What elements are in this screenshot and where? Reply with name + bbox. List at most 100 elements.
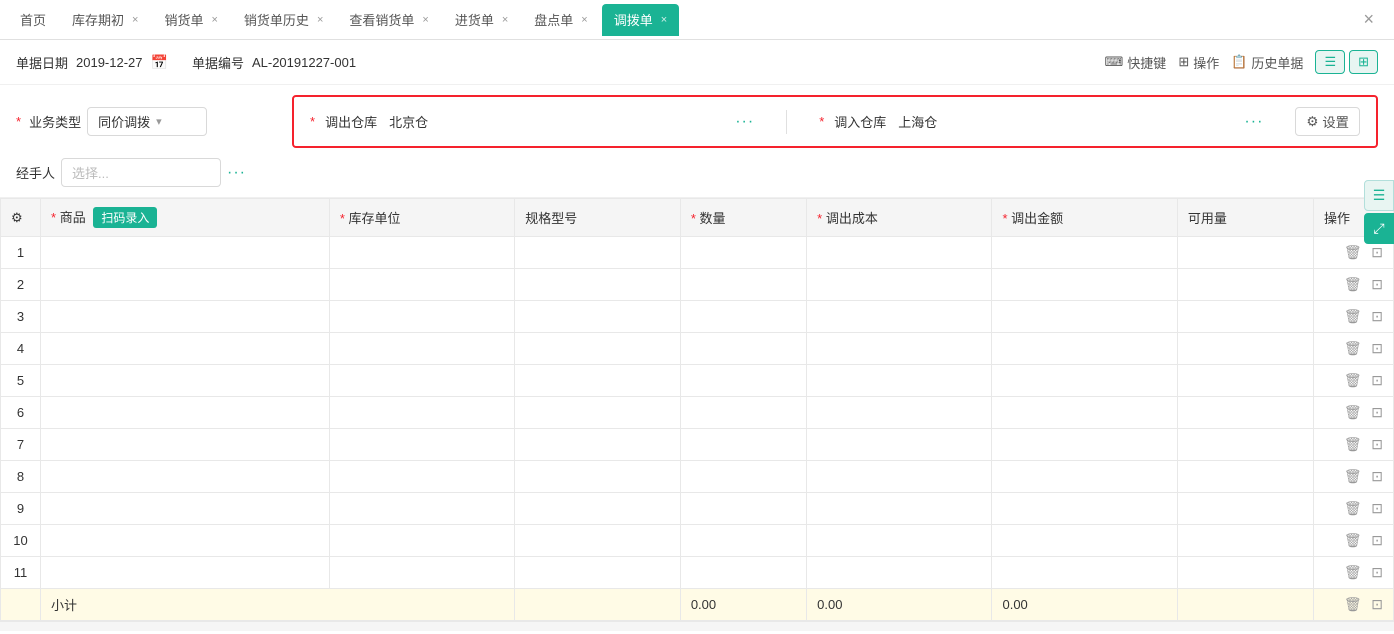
float-list-button[interactable]: ☰ xyxy=(1364,180,1394,211)
tab-inventory-check[interactable]: 盘点单 × xyxy=(522,4,599,36)
copy-icon[interactable]: ⊡ xyxy=(1371,244,1383,260)
copy-icon[interactable]: ⊡ xyxy=(1371,436,1383,452)
float-expand-button[interactable]: ⤢ xyxy=(1364,213,1394,244)
delete-icon[interactable]: 🗑 xyxy=(1344,436,1362,452)
row-available[interactable] xyxy=(1177,557,1313,589)
row-unit[interactable] xyxy=(329,525,514,557)
row-available[interactable] xyxy=(1177,301,1313,333)
delete-icon[interactable]: 🗑 xyxy=(1344,404,1362,420)
handler-more-button[interactable]: ··· xyxy=(227,164,246,182)
tab-transfer-order[interactable]: 调拨单 × xyxy=(602,4,679,36)
row-amount[interactable] xyxy=(992,269,1177,301)
row-unit[interactable] xyxy=(329,301,514,333)
transfer-out-more-button[interactable]: ··· xyxy=(735,113,754,131)
delete-icon[interactable]: 🗑 xyxy=(1344,308,1362,324)
copy-icon[interactable]: ⊡ xyxy=(1371,500,1383,516)
tab-sales-history-close[interactable]: × xyxy=(317,14,323,26)
row-qty[interactable] xyxy=(680,333,806,365)
row-unit[interactable] xyxy=(329,557,514,589)
tab-inventory-init-close[interactable]: × xyxy=(132,14,138,26)
tab-purchase-order-close[interactable]: × xyxy=(502,14,508,26)
row-available[interactable] xyxy=(1177,269,1313,301)
copy-icon[interactable]: ⊡ xyxy=(1371,372,1383,388)
copy-icon[interactable]: ⊡ xyxy=(1371,468,1383,484)
row-product[interactable] xyxy=(41,525,330,557)
row-product[interactable] xyxy=(41,237,330,269)
tab-check-sales-close[interactable]: × xyxy=(422,14,428,26)
row-available[interactable] xyxy=(1177,461,1313,493)
row-unit[interactable] xyxy=(329,365,514,397)
row-amount[interactable] xyxy=(992,493,1177,525)
table-scrollbar[interactable] xyxy=(0,621,1394,631)
row-spec[interactable] xyxy=(515,397,681,429)
row-qty[interactable] xyxy=(680,365,806,397)
row-spec[interactable] xyxy=(515,301,681,333)
history-button[interactable]: 📋 历史单据 xyxy=(1231,53,1303,72)
row-product[interactable] xyxy=(41,557,330,589)
row-cost[interactable] xyxy=(807,269,992,301)
row-spec[interactable] xyxy=(515,269,681,301)
tab-inventory-init[interactable]: 库存期初 × xyxy=(60,4,150,36)
delete-icon[interactable]: 🗑 xyxy=(1344,340,1362,356)
transfer-in-more-button[interactable]: ··· xyxy=(1244,113,1263,131)
row-spec[interactable] xyxy=(515,429,681,461)
row-amount[interactable] xyxy=(992,429,1177,461)
delete-icon[interactable]: 🗑 xyxy=(1344,564,1362,580)
row-qty[interactable] xyxy=(680,301,806,333)
row-unit[interactable] xyxy=(329,269,514,301)
calendar-icon[interactable]: 📅 xyxy=(151,54,168,71)
row-product[interactable] xyxy=(41,333,330,365)
row-available[interactable] xyxy=(1177,397,1313,429)
row-qty[interactable] xyxy=(680,525,806,557)
row-amount[interactable] xyxy=(992,237,1177,269)
row-cost[interactable] xyxy=(807,525,992,557)
row-spec[interactable] xyxy=(515,461,681,493)
tab-inventory-check-close[interactable]: × xyxy=(581,14,587,26)
row-spec[interactable] xyxy=(515,333,681,365)
row-qty[interactable] xyxy=(680,429,806,461)
row-qty[interactable] xyxy=(680,397,806,429)
row-cost[interactable] xyxy=(807,237,992,269)
row-product[interactable] xyxy=(41,397,330,429)
row-amount[interactable] xyxy=(992,301,1177,333)
row-cost[interactable] xyxy=(807,333,992,365)
row-cost[interactable] xyxy=(807,365,992,397)
row-spec[interactable] xyxy=(515,557,681,589)
col-gear[interactable]: ⚙ xyxy=(1,199,41,237)
row-product[interactable] xyxy=(41,269,330,301)
row-product[interactable] xyxy=(41,365,330,397)
row-cost[interactable] xyxy=(807,493,992,525)
copy-icon[interactable]: ⊡ xyxy=(1371,308,1383,324)
row-spec[interactable] xyxy=(515,365,681,397)
handler-dropdown[interactable]: 选择... xyxy=(61,158,221,187)
row-product[interactable] xyxy=(41,461,330,493)
row-available[interactable] xyxy=(1177,237,1313,269)
delete-icon[interactable]: 🗑 xyxy=(1344,244,1362,260)
row-unit[interactable] xyxy=(329,333,514,365)
row-qty[interactable] xyxy=(680,461,806,493)
business-type-dropdown[interactable]: 同价调拨 ▾ xyxy=(87,107,207,136)
row-unit[interactable] xyxy=(329,397,514,429)
row-available[interactable] xyxy=(1177,525,1313,557)
row-available[interactable] xyxy=(1177,333,1313,365)
tab-home[interactable]: 首页 xyxy=(8,4,58,36)
tab-sales-history[interactable]: 销货单历史 × xyxy=(232,4,335,36)
row-unit[interactable] xyxy=(329,237,514,269)
delete-icon[interactable]: 🗑 xyxy=(1344,468,1362,484)
delete-icon[interactable]: 🗑 xyxy=(1344,372,1362,388)
row-spec[interactable] xyxy=(515,237,681,269)
row-amount[interactable] xyxy=(992,333,1177,365)
row-spec[interactable] xyxy=(515,525,681,557)
row-amount[interactable] xyxy=(992,461,1177,493)
row-amount[interactable] xyxy=(992,525,1177,557)
row-qty[interactable] xyxy=(680,557,806,589)
row-spec[interactable] xyxy=(515,493,681,525)
delete-icon[interactable]: 🗑 xyxy=(1344,276,1362,292)
shortcuts-button[interactable]: ⌨ 快捷键 xyxy=(1105,53,1167,72)
row-qty[interactable] xyxy=(680,493,806,525)
row-qty[interactable] xyxy=(680,269,806,301)
tab-transfer-order-close[interactable]: × xyxy=(661,14,667,26)
row-cost[interactable] xyxy=(807,557,992,589)
delete-icon[interactable]: 🗑 xyxy=(1344,532,1362,548)
subtotal-delete-icon[interactable]: 🗑 xyxy=(1344,596,1362,612)
